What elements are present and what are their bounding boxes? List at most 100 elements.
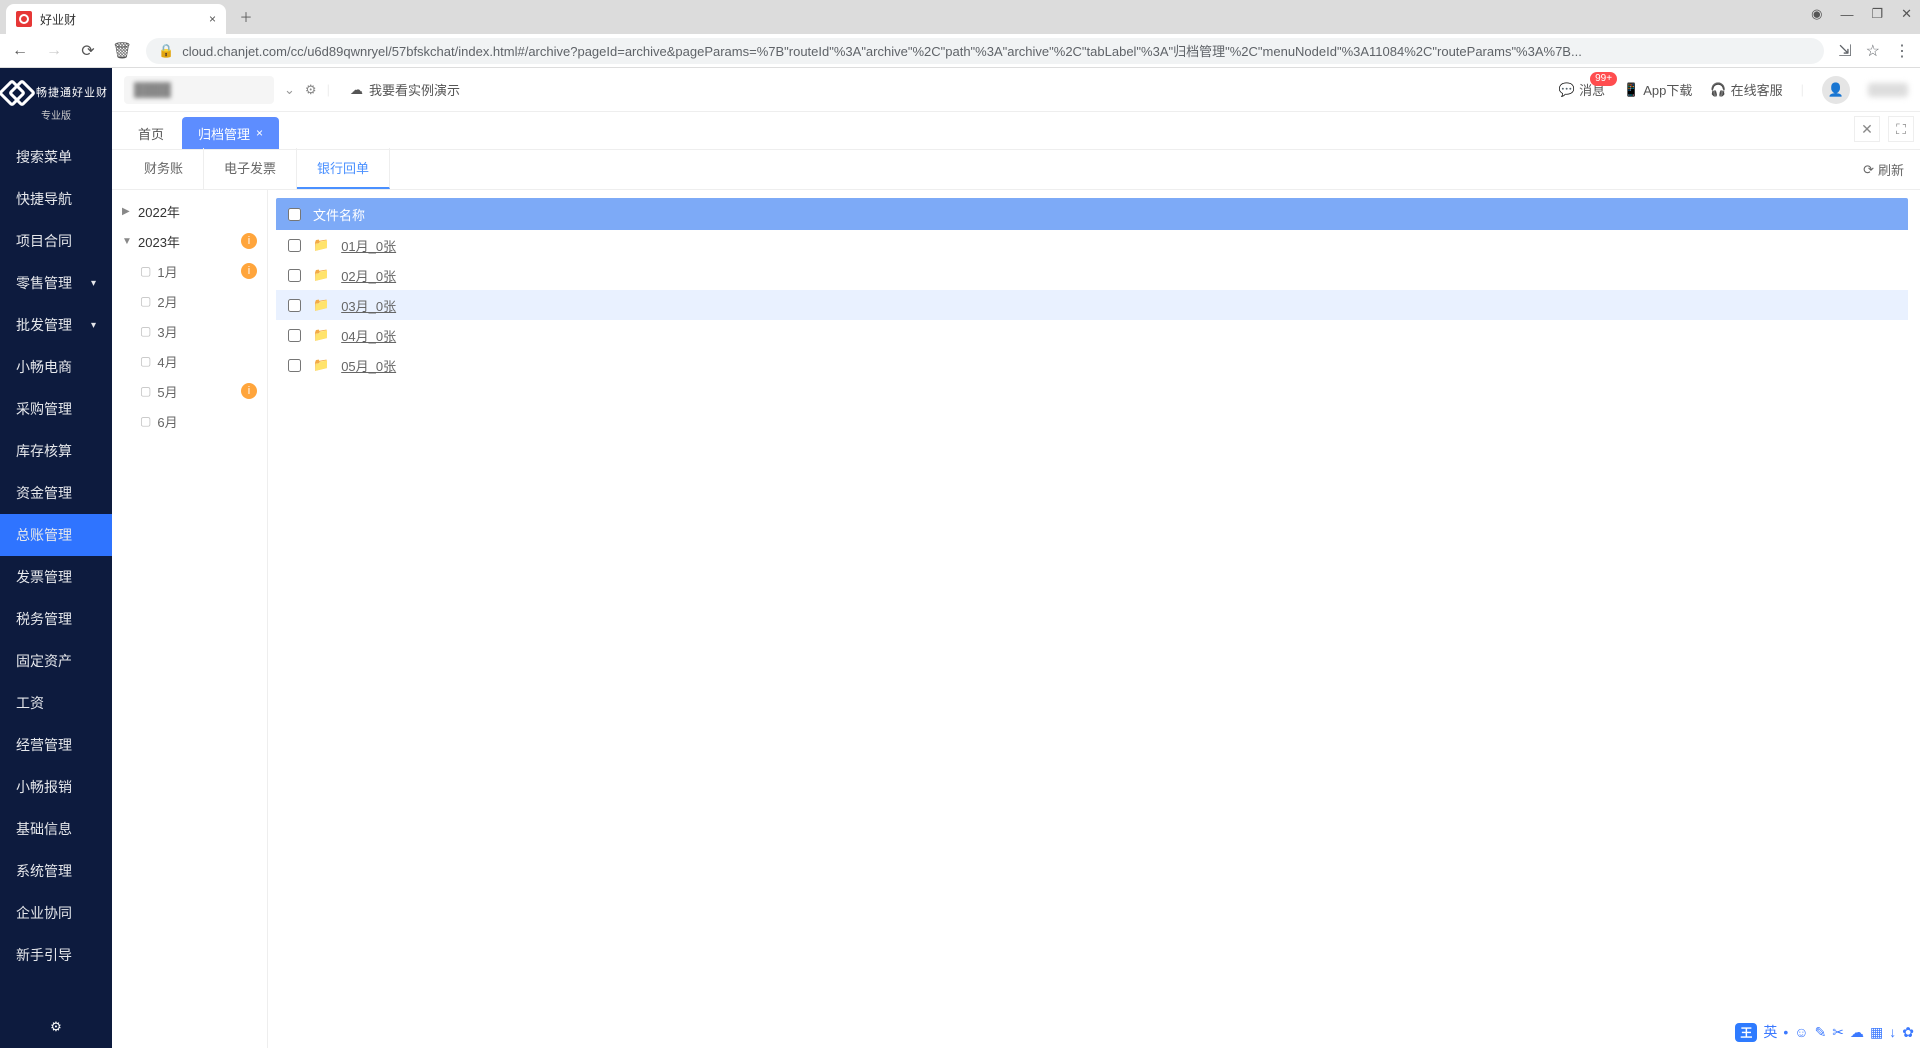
tree-month-0[interactable]: ▢1月i <box>112 256 267 286</box>
window-maximize-icon[interactable]: ❐ <box>1871 6 1883 22</box>
logo-title: 畅捷通好业财 <box>36 84 108 100</box>
alert-badge-icon: i <box>241 263 257 279</box>
sub-tab-0[interactable]: 财务账 <box>124 148 204 189</box>
tray-item-9[interactable]: ✿ <box>1902 1024 1914 1041</box>
logo-subtitle: 专业版 <box>41 107 71 122</box>
online-service-button[interactable]: 🎧 在线客服 <box>1710 80 1782 99</box>
sidebar-item-0[interactable]: 搜索菜单 <box>0 136 112 178</box>
tray-item-2[interactable]: • <box>1783 1024 1788 1040</box>
install-app-icon[interactable]: ⇲ <box>1838 41 1851 61</box>
tree-month-3[interactable]: ▢4月 <box>112 346 267 376</box>
tree-year-1[interactable]: ▼2023年i <box>112 226 267 256</box>
app-download-button[interactable]: 📱 App下载 <box>1623 80 1692 99</box>
phone-icon: 📱 <box>1623 82 1639 98</box>
sidebar-item-5[interactable]: 小畅电商 <box>0 346 112 388</box>
table-row[interactable]: 📁05月_0张 <box>276 350 1908 380</box>
alert-badge-icon: i <box>241 383 257 399</box>
sidebar-settings-button[interactable]: ⚙ <box>0 1006 112 1048</box>
sidebar-item-15[interactable]: 小畅报销 <box>0 766 112 808</box>
tree-month-5[interactable]: ▢6月 <box>112 406 267 436</box>
chevron-down-icon[interactable]: ⌄ <box>284 82 295 98</box>
nav-forward-icon[interactable]: → <box>44 42 64 60</box>
browser-menu-icon[interactable]: ⋮ <box>1894 41 1910 61</box>
username-blurred <box>1868 83 1908 97</box>
messages-badge: 99+ <box>1590 72 1617 86</box>
folder-outline-icon: ▢ <box>140 354 151 368</box>
sidebar-item-6[interactable]: 采购管理 <box>0 388 112 430</box>
tray-item-1[interactable]: 英 <box>1763 1022 1777 1042</box>
file-link[interactable]: 05月_0张 <box>341 356 396 375</box>
trash-icon[interactable]: 🗑 <box>112 41 132 61</box>
fullscreen-icon[interactable]: ⛶ <box>1888 116 1914 142</box>
sidebar-item-18[interactable]: 企业协同 <box>0 892 112 934</box>
sidebar-item-10[interactable]: 发票管理 <box>0 556 112 598</box>
url-field[interactable]: 🔒 cloud.chanjet.com/cc/u6d89qwnryel/57bf… <box>146 38 1824 64</box>
table-row[interactable]: 📁02月_0张 <box>276 260 1908 290</box>
close-icon[interactable]: × <box>256 126 263 140</box>
tray-item-6[interactable]: ☁ <box>1850 1024 1864 1041</box>
tray-item-5[interactable]: ✂ <box>1832 1024 1844 1041</box>
page-tab-0[interactable]: 首页 <box>122 117 180 149</box>
sidebar-item-8[interactable]: 资金管理 <box>0 472 112 514</box>
sidebar-item-12[interactable]: 固定资产 <box>0 640 112 682</box>
table-row[interactable]: 📁01月_0张 <box>276 230 1908 260</box>
demo-button[interactable]: ☁ 我要看实例演示 <box>350 80 460 99</box>
row-checkbox[interactable] <box>288 329 301 342</box>
nav-back-icon[interactable]: ← <box>10 42 30 60</box>
tray-item-7[interactable]: ▦ <box>1870 1024 1883 1041</box>
tree-month-2[interactable]: ▢3月 <box>112 316 267 346</box>
close-icon[interactable]: × <box>209 12 216 26</box>
tree-month-4[interactable]: ▢5月i <box>112 376 267 406</box>
sidebar-item-7[interactable]: 库存核算 <box>0 430 112 472</box>
row-checkbox[interactable] <box>288 269 301 282</box>
browser-tab[interactable]: 好业财 × <box>6 4 226 34</box>
row-checkbox[interactable] <box>288 299 301 312</box>
row-checkbox[interactable] <box>288 239 301 252</box>
file-link[interactable]: 01月_0张 <box>341 236 396 255</box>
window-minimize-icon[interactable]: — <box>1840 7 1853 22</box>
browser-account-icon[interactable]: ◉ <box>1811 6 1822 22</box>
chevron-down-icon: ▼ <box>122 236 132 247</box>
sidebar-item-17[interactable]: 系统管理 <box>0 850 112 892</box>
select-all-checkbox[interactable] <box>288 208 301 221</box>
tray-item-0[interactable]: 王 <box>1735 1023 1757 1042</box>
file-link[interactable]: 04月_0张 <box>341 326 396 345</box>
sidebar-item-1[interactable]: 快捷导航 <box>0 178 112 220</box>
tree-year-0[interactable]: ▶2022年 <box>112 196 267 226</box>
table-row[interactable]: 📁 04月_0张 <box>276 320 1908 350</box>
gear-icon[interactable]: ⚙ <box>305 82 317 98</box>
sidebar-item-16[interactable]: 基础信息 <box>0 808 112 850</box>
window-close-icon[interactable]: ✕ <box>1901 6 1912 22</box>
refresh-button[interactable]: ⟳ 刷新 <box>1863 160 1904 179</box>
table-row[interactable]: 📁03月_0张 <box>276 290 1908 320</box>
messages-button[interactable]: 💬 消息 99+ <box>1559 80 1605 99</box>
sidebar-item-2[interactable]: 项目合同 <box>0 220 112 262</box>
tray-item-3[interactable]: ☺ <box>1794 1024 1808 1040</box>
row-checkbox[interactable] <box>288 359 301 372</box>
tab-close-all-icon[interactable]: ✕ <box>1854 116 1880 142</box>
sub-tab-1[interactable]: 电子发票 <box>204 148 297 189</box>
nav-reload-icon[interactable]: ⟳ <box>78 41 98 61</box>
tray-item-4[interactable]: ✎ <box>1815 1024 1827 1041</box>
sidebar-item-11[interactable]: 税务管理 <box>0 598 112 640</box>
logo-icon <box>4 79 30 105</box>
avatar[interactable]: 👤 <box>1822 76 1850 104</box>
folder-icon: 📁 <box>313 327 329 343</box>
bookmark-star-icon[interactable]: ☆ <box>1866 41 1880 61</box>
sidebar-item-19[interactable]: 新手引导 <box>0 934 112 976</box>
sidebar-item-3[interactable]: 零售管理▾ <box>0 262 112 304</box>
file-link[interactable]: 02月_0张 <box>341 266 396 285</box>
company-selector[interactable]: ████ <box>124 76 274 104</box>
new-tab-button[interactable]: ＋ <box>234 4 258 28</box>
tree-month-1[interactable]: ▢2月 <box>112 286 267 316</box>
address-bar: ← → ⟳ 🗑 🔒 cloud.chanjet.com/cc/u6d89qwnr… <box>0 34 1920 68</box>
cloud-outline-icon: ☁ <box>350 82 363 98</box>
tray-item-8[interactable]: ↓ <box>1889 1024 1896 1040</box>
sidebar-item-9[interactable]: 总账管理 <box>0 514 112 556</box>
sidebar-item-4[interactable]: 批发管理▾ <box>0 304 112 346</box>
sub-tab-2[interactable]: 银行回单 <box>297 148 390 189</box>
sidebar-item-13[interactable]: 工资 <box>0 682 112 724</box>
sidebar-item-14[interactable]: 经营管理 <box>0 724 112 766</box>
file-link[interactable]: 03月_0张 <box>341 296 396 315</box>
page-tab-1[interactable]: 归档管理× <box>182 117 279 149</box>
